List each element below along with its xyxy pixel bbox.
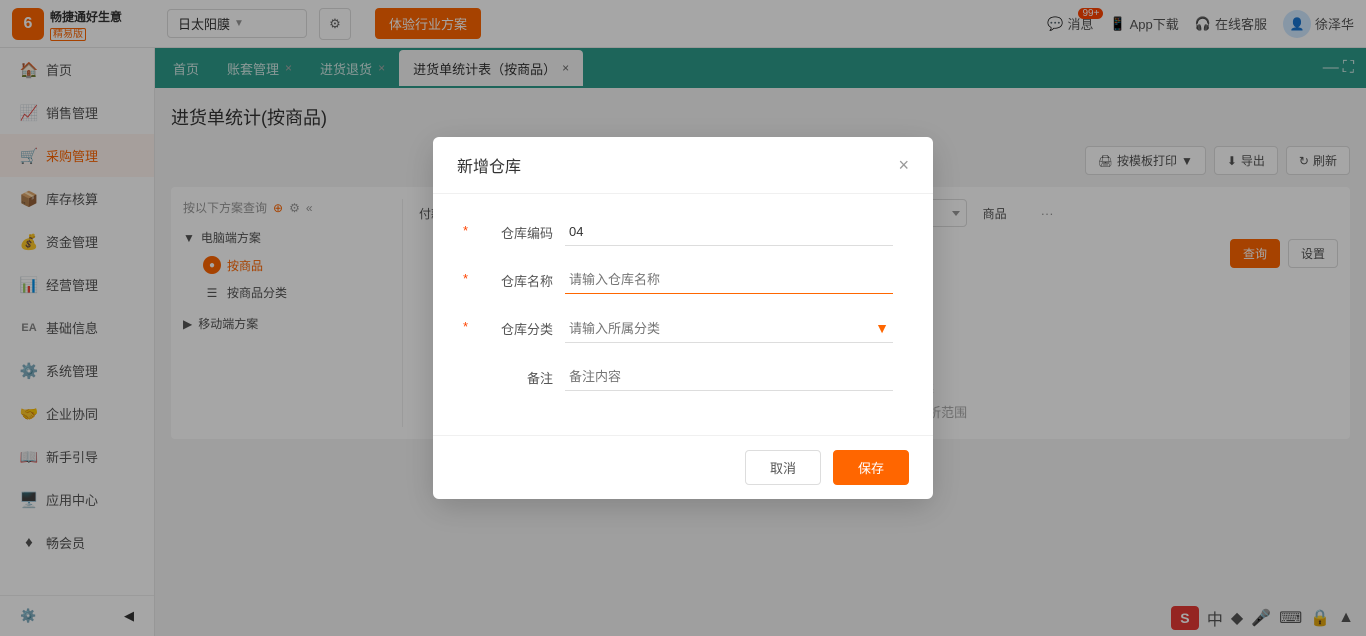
modal-body: 仓库编码 仓库名称 仓库分类 ▼ 备注 bbox=[433, 194, 933, 435]
form-row-name: 仓库名称 bbox=[473, 266, 893, 294]
category-input[interactable] bbox=[569, 321, 875, 336]
category-dropdown-arrow: ▼ bbox=[875, 320, 889, 336]
notes-label: 备注 bbox=[473, 368, 553, 387]
form-row-code: 仓库编码 bbox=[473, 218, 893, 246]
modal-close-icon[interactable]: × bbox=[898, 156, 909, 174]
cancel-button[interactable]: 取消 bbox=[745, 450, 821, 485]
category-select-wrap[interactable]: ▼ bbox=[565, 314, 893, 343]
modal-title: 新增仓库 bbox=[457, 153, 521, 177]
warehouse-name-input[interactable] bbox=[565, 266, 893, 294]
notes-input[interactable] bbox=[565, 363, 893, 391]
warehouse-code-input[interactable] bbox=[565, 218, 893, 246]
new-warehouse-modal: 新增仓库 × 仓库编码 仓库名称 仓库分类 ▼ 备注 bbox=[433, 137, 933, 499]
name-label: 仓库名称 bbox=[473, 271, 553, 290]
form-row-notes: 备注 bbox=[473, 363, 893, 391]
save-button[interactable]: 保存 bbox=[833, 450, 909, 485]
modal-overlay[interactable]: 新增仓库 × 仓库编码 仓库名称 仓库分类 ▼ 备注 bbox=[0, 0, 1366, 636]
modal-header: 新增仓库 × bbox=[433, 137, 933, 194]
modal-footer: 取消 保存 bbox=[433, 435, 933, 499]
form-row-category: 仓库分类 ▼ bbox=[473, 314, 893, 343]
category-label: 仓库分类 bbox=[473, 319, 553, 338]
code-label: 仓库编码 bbox=[473, 223, 553, 242]
